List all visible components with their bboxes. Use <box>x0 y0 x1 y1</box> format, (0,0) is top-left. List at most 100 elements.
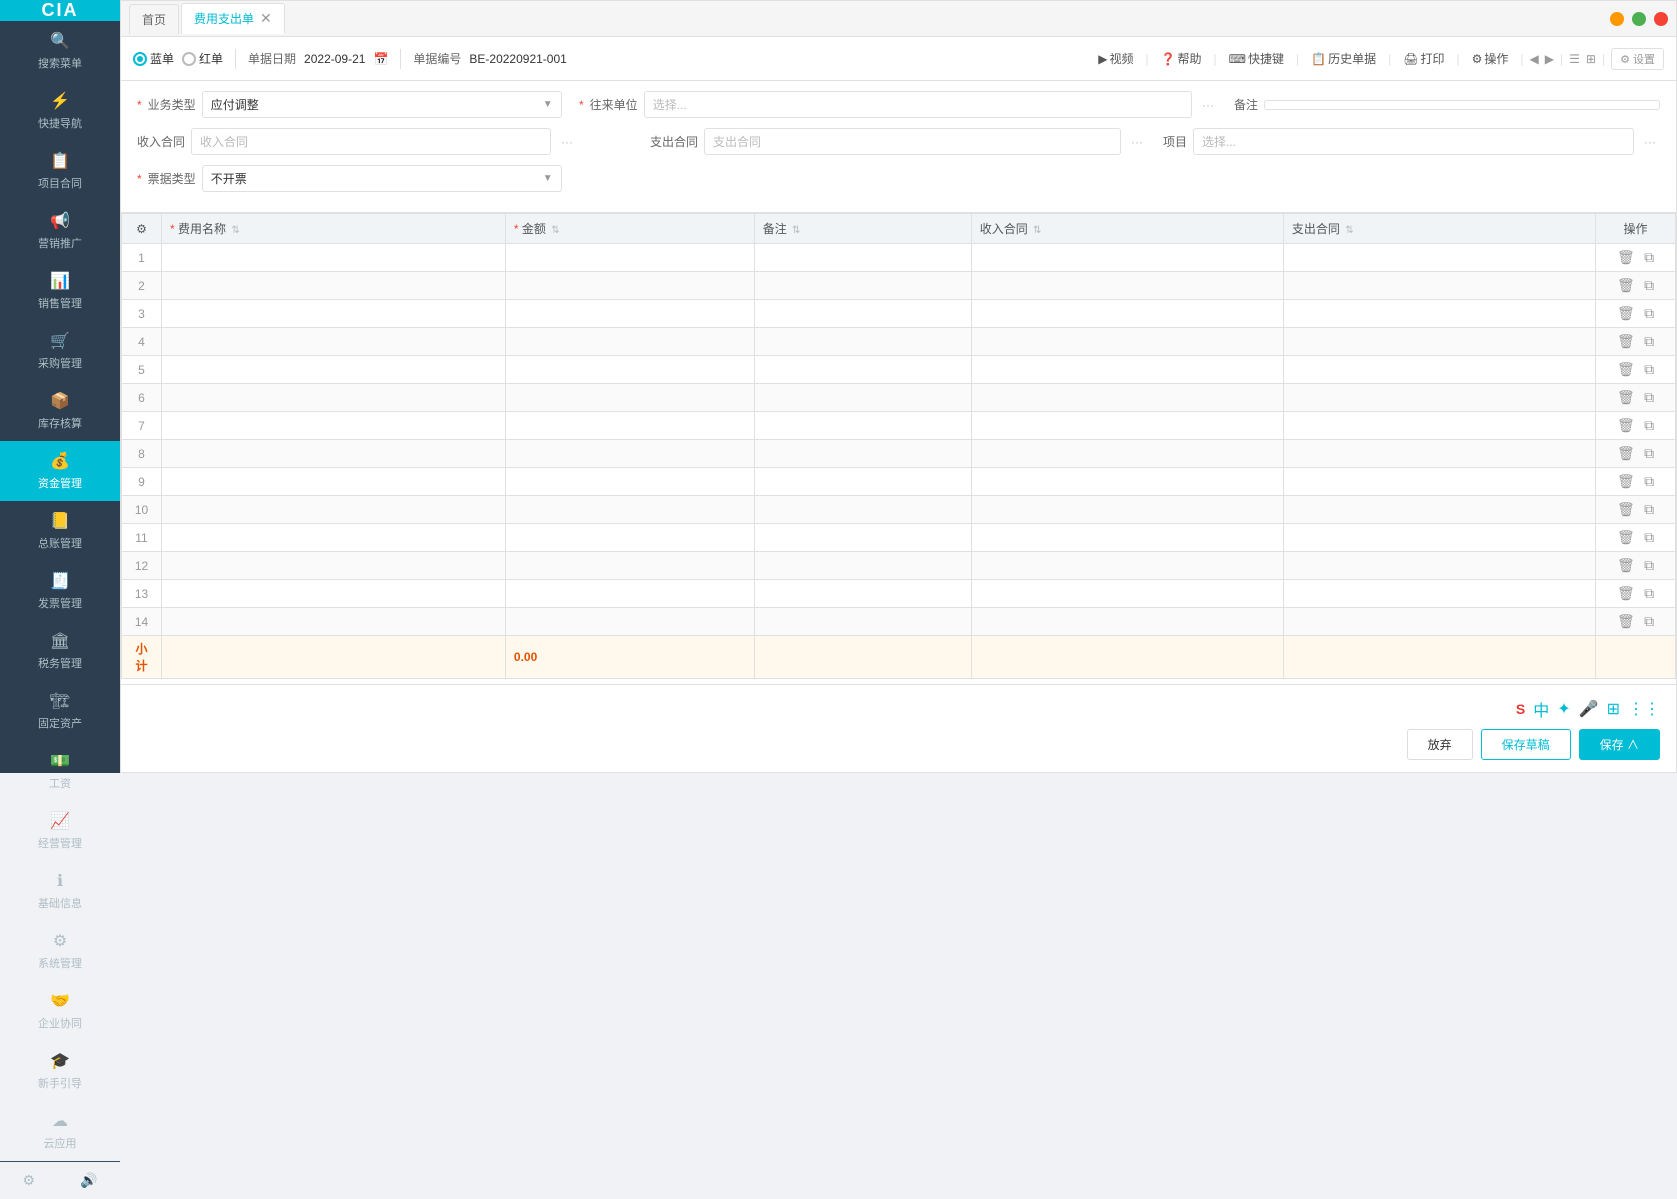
operations-btn[interactable]: ⚙ 操作 <box>1466 48 1515 69</box>
row-expense-contract[interactable] <box>1283 552 1595 580</box>
calendar-icon[interactable]: 📅 <box>373 52 388 66</box>
copy-row-icon[interactable]: ⧉ <box>1644 389 1654 405</box>
row-amount[interactable] <box>505 384 754 412</box>
tab-expense[interactable]: 费用支出单 ✕ <box>181 3 285 34</box>
row-memo[interactable] <box>754 328 971 356</box>
view-grid-btn[interactable]: ⊞ <box>1586 52 1596 66</box>
apps-icon[interactable]: ⋮⋮ <box>1628 699 1660 719</box>
delete-row-icon[interactable]: 🗑 <box>1617 501 1635 517</box>
tab-close-icon[interactable]: ✕ <box>260 10 272 27</box>
delete-row-icon[interactable]: 🗑 <box>1617 445 1635 461</box>
row-expense-name[interactable] <box>162 440 506 468</box>
row-memo[interactable] <box>754 580 971 608</box>
sidebar-item-inventory[interactable]: 📦 库存核算 <box>0 381 120 441</box>
row-expense-name[interactable] <box>162 412 506 440</box>
radio-blue[interactable]: 蓝单 <box>133 50 174 67</box>
row-memo[interactable] <box>754 440 971 468</box>
row-memo[interactable] <box>754 272 971 300</box>
row-income-contract[interactable] <box>971 272 1283 300</box>
delete-row-icon[interactable]: 🗑 <box>1617 613 1635 629</box>
delete-row-icon[interactable]: 🗑 <box>1617 585 1635 601</box>
partner-more-btn[interactable]: ··· <box>1198 98 1218 112</box>
partner-input[interactable]: 选择... <box>644 91 1192 118</box>
row-amount[interactable] <box>505 356 754 384</box>
row-memo[interactable] <box>754 300 971 328</box>
row-amount[interactable] <box>505 608 754 636</box>
row-expense-name[interactable] <box>162 384 506 412</box>
row-income-contract[interactable] <box>971 328 1283 356</box>
row-expense-name[interactable] <box>162 272 506 300</box>
sort-icon-1[interactable]: ⇅ <box>231 225 239 236</box>
row-expense-name[interactable] <box>162 552 506 580</box>
copy-row-icon[interactable]: ⧉ <box>1644 277 1654 293</box>
shortcut-btn[interactable]: ⌨ 快捷键 <box>1223 48 1290 69</box>
row-expense-contract[interactable] <box>1283 356 1595 384</box>
row-income-contract[interactable] <box>971 608 1283 636</box>
sidebar-item-search[interactable]: 🔍 搜索菜单 <box>0 21 120 81</box>
delete-row-icon[interactable]: 🗑 <box>1617 389 1635 405</box>
delete-row-icon[interactable]: 🗑 <box>1617 361 1635 377</box>
view-list-btn[interactable]: ☰ <box>1569 52 1580 66</box>
copy-row-icon[interactable]: ⧉ <box>1644 585 1654 601</box>
tab-home[interactable]: 首页 <box>129 4 179 34</box>
row-expense-contract[interactable] <box>1283 384 1595 412</box>
close-button[interactable] <box>1654 12 1668 26</box>
row-amount[interactable] <box>505 440 754 468</box>
save-draft-button[interactable]: 保存草稿 <box>1481 729 1571 760</box>
row-expense-contract[interactable] <box>1283 608 1595 636</box>
row-expense-contract[interactable] <box>1283 272 1595 300</box>
sidebar-item-system[interactable]: ⚙ 系统管理 <box>0 921 120 981</box>
row-income-contract[interactable] <box>971 440 1283 468</box>
row-expense-contract[interactable] <box>1283 496 1595 524</box>
sort-icon-3[interactable]: ⇅ <box>792 225 800 236</box>
row-income-contract[interactable] <box>971 468 1283 496</box>
grid-icon[interactable]: ⊞ <box>1607 699 1620 719</box>
row-memo[interactable] <box>754 356 971 384</box>
settings-footer-btn[interactable]: ⚙ <box>23 1172 36 1189</box>
delete-row-icon[interactable]: 🗑 <box>1617 333 1635 349</box>
dot-icon[interactable]: ✦ <box>1557 699 1570 719</box>
row-income-contract[interactable] <box>971 300 1283 328</box>
row-expense-name[interactable] <box>162 328 506 356</box>
expense-contract-input[interactable]: 支出合同 <box>704 128 1121 155</box>
row-income-contract[interactable] <box>971 412 1283 440</box>
row-income-contract[interactable] <box>971 356 1283 384</box>
copy-row-icon[interactable]: ⧉ <box>1644 473 1654 489</box>
income-contract-input[interactable]: 收入合同 <box>191 128 551 155</box>
row-amount[interactable] <box>505 244 754 272</box>
row-amount[interactable] <box>505 496 754 524</box>
sidebar-item-project[interactable]: 📋 项目合同 <box>0 141 120 201</box>
sort-icon-5[interactable]: ⇅ <box>1345 225 1353 236</box>
sidebar-item-guide[interactable]: 🎓 新手引导 <box>0 1041 120 1101</box>
row-expense-contract[interactable] <box>1283 580 1595 608</box>
print-btn[interactable]: 🖨 打印 <box>1397 48 1450 69</box>
row-memo[interactable] <box>754 244 971 272</box>
history-btn[interactable]: 📋 历史单据 <box>1305 48 1382 69</box>
row-expense-name[interactable] <box>162 300 506 328</box>
row-amount[interactable] <box>505 468 754 496</box>
delete-row-icon[interactable]: 🗑 <box>1617 529 1635 545</box>
row-income-contract[interactable] <box>971 552 1283 580</box>
row-expense-contract[interactable] <box>1283 468 1595 496</box>
settings-button[interactable]: ⚙ 设置 <box>1611 48 1664 70</box>
row-income-contract[interactable] <box>971 524 1283 552</box>
row-expense-name[interactable] <box>162 524 506 552</box>
memo-input[interactable] <box>1264 100 1660 110</box>
row-memo[interactable] <box>754 496 971 524</box>
row-amount[interactable] <box>505 524 754 552</box>
video-btn[interactable]: ▶ 视频 <box>1092 48 1139 69</box>
copy-row-icon[interactable]: ⧉ <box>1644 501 1654 517</box>
maximize-button[interactable] <box>1632 12 1646 26</box>
row-amount[interactable] <box>505 412 754 440</box>
row-income-contract[interactable] <box>971 580 1283 608</box>
row-memo[interactable] <box>754 552 971 580</box>
copy-row-icon[interactable]: ⧉ <box>1644 417 1654 433</box>
delete-row-icon[interactable]: 🗑 <box>1617 305 1635 321</box>
zhong-icon[interactable]: 中 <box>1533 697 1549 721</box>
nav-next-btn[interactable]: ▶ <box>1545 52 1554 66</box>
row-expense-name[interactable] <box>162 468 506 496</box>
sort-icon-2[interactable]: ⇅ <box>551 225 559 236</box>
sort-icon-4[interactable]: ⇅ <box>1033 225 1041 236</box>
discard-button[interactable]: 放弃 <box>1407 729 1473 760</box>
delete-row-icon[interactable]: 🗑 <box>1617 417 1635 433</box>
